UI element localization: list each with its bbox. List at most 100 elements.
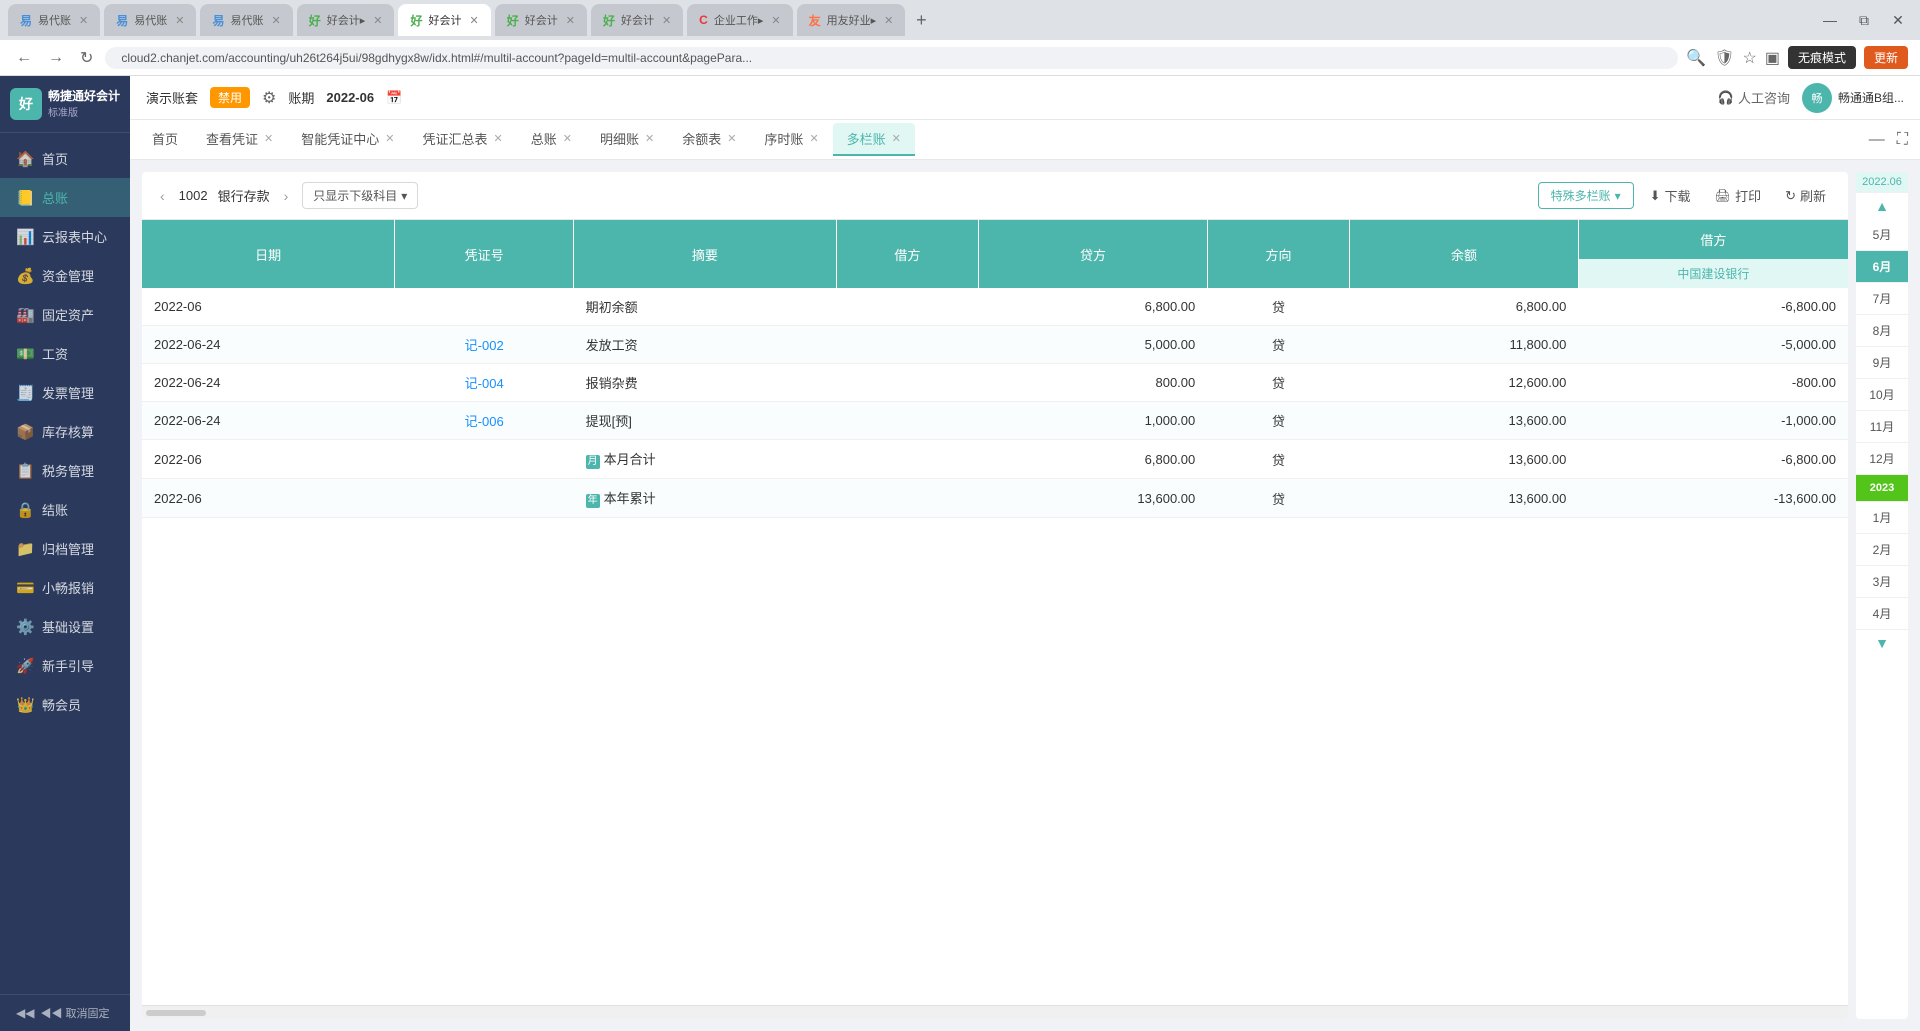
tab-voucher-summary-close[interactable]: ✕ (494, 132, 503, 145)
tab-multi-column[interactable]: 多栏账 ✕ (833, 123, 915, 156)
month-nav-october[interactable]: 10月 (1856, 379, 1908, 411)
tab-detailed-ledger[interactable]: 明细账 ✕ (586, 123, 668, 156)
sidebar-item-settings[interactable]: ⚙️ 基础设置 (0, 607, 130, 646)
horizontal-scrollbar[interactable] (142, 1005, 1848, 1019)
tab-smart-close[interactable]: ✕ (385, 132, 394, 145)
sidebar-item-report[interactable]: 📊 云报表中心 (0, 217, 130, 256)
tab-close-4[interactable]: ✕ (373, 14, 382, 27)
star-icon[interactable]: ☆ (1743, 48, 1757, 68)
sidebar-item-salary[interactable]: 💵 工资 (0, 334, 130, 373)
sidebar-item-ledger[interactable]: 📒 总账 (0, 178, 130, 217)
minimize-button[interactable]: — (1816, 6, 1844, 34)
tab-voucher-view[interactable]: 查看凭证 ✕ (192, 123, 287, 156)
back-button[interactable]: ← (12, 49, 36, 67)
calendar-icon[interactable]: 📅 (386, 90, 402, 106)
extensions-icon[interactable]: ▣ (1765, 48, 1780, 68)
tab-close-3[interactable]: ✕ (271, 14, 280, 27)
tab-sequence[interactable]: 序时账 ✕ (750, 123, 832, 156)
tab-general-ledger[interactable]: 总账 ✕ (517, 123, 586, 156)
scrollbar-thumb[interactable] (146, 1010, 206, 1016)
cell-voucher-2: 记-002 (395, 326, 574, 364)
tab-balance[interactable]: 余额表 ✕ (668, 123, 750, 156)
download-button[interactable]: ⬇ 下载 (1642, 182, 1699, 209)
browser-tab-9[interactable]: 友 用友好业▸ ✕ (797, 4, 906, 36)
sidebar-item-inventory[interactable]: 📦 库存核算 (0, 412, 130, 451)
sidebar-collapse-button[interactable]: ◀◀ ◀◀ 取消固定 (0, 994, 130, 1031)
tab-close-2[interactable]: ✕ (175, 14, 184, 27)
new-tab-button[interactable]: + (909, 8, 933, 32)
sidebar-item-tax[interactable]: 📋 税务管理 (0, 451, 130, 490)
browser-tab-4[interactable]: 好 好会计▸ ✕ (297, 4, 395, 36)
search-icon[interactable]: 🔍 (1686, 48, 1706, 68)
stealth-mode-button[interactable]: 无痕模式 (1788, 46, 1856, 69)
tab-close-1[interactable]: ✕ (79, 14, 88, 27)
reload-button[interactable]: ↻ (76, 48, 97, 68)
tab-close-9[interactable]: ✕ (884, 14, 893, 27)
browser-tab-3[interactable]: 易 易代账 ✕ (200, 4, 292, 36)
month-nav-december[interactable]: 12月 (1856, 443, 1908, 475)
month-nav-june[interactable]: 6月 (1856, 251, 1908, 283)
month-nav-feb-2023[interactable]: 2月 (1856, 534, 1908, 566)
month-nav-september[interactable]: 9月 (1856, 347, 1908, 379)
sidebar-label-inventory: 库存核算 (42, 422, 94, 441)
refresh-button[interactable]: ↻ 刷新 (1777, 182, 1834, 209)
month-nav-november[interactable]: 11月 (1856, 411, 1908, 443)
browser-tab-6[interactable]: 好 好会计 ✕ (495, 4, 587, 36)
tab-icon-3: 易 (212, 12, 224, 29)
sidebar-item-expense[interactable]: 💳 小畅报销 (0, 568, 130, 607)
tab-balance-close[interactable]: ✕ (727, 132, 736, 145)
tab-smart-voucher[interactable]: 智能凭证中心 ✕ (287, 123, 408, 156)
sidebar-item-member[interactable]: 👑 畅会员 (0, 685, 130, 724)
sidebar-item-guide[interactable]: 🚀 新手引导 (0, 646, 130, 685)
browser-tab-5[interactable]: 好 好会计 ✕ (398, 4, 490, 36)
next-account-button[interactable]: › (280, 186, 293, 206)
forward-button[interactable]: → (44, 49, 68, 67)
sidebar-item-home[interactable]: 🏠 首页 (0, 139, 130, 178)
voucher-link-2[interactable]: 记-002 (465, 338, 504, 353)
update-button[interactable]: 更新 (1864, 46, 1908, 69)
tab-voucher-summary[interactable]: 凭证汇总表 ✕ (408, 123, 516, 156)
month-nav-mar-2023[interactable]: 3月 (1856, 566, 1908, 598)
tab-home[interactable]: 首页 (138, 123, 192, 156)
tab-close-6[interactable]: ✕ (566, 14, 575, 27)
print-button[interactable]: 🖨 打印 (1707, 182, 1770, 209)
month-nav-august[interactable]: 8月 (1856, 315, 1908, 347)
voucher-link-3[interactable]: 记-004 (465, 376, 504, 391)
prev-account-button[interactable]: ‹ (156, 186, 169, 206)
filter-subcategory-button[interactable]: 只显示下级科目 ▾ (302, 182, 418, 209)
close-button[interactable]: ✕ (1884, 6, 1912, 34)
browser-tab-2[interactable]: 易 易代账 ✕ (104, 4, 196, 36)
tab-minimize-icon[interactable]: — (1865, 127, 1889, 153)
sidebar-item-archive[interactable]: 📁 归档管理 (0, 529, 130, 568)
browser-tab-7[interactable]: 好 好会计 ✕ (591, 4, 683, 36)
tab-detailed-close[interactable]: ✕ (645, 132, 654, 145)
sidebar-item-close[interactable]: 🔒 结账 (0, 490, 130, 529)
month-nav-may[interactable]: 5月 (1856, 219, 1908, 251)
month-nav-july[interactable]: 7月 (1856, 283, 1908, 315)
consult-button[interactable]: 🎧 人工咨询 (1718, 88, 1790, 107)
month-nav-jan-2023[interactable]: 1月 (1856, 502, 1908, 534)
tab-multi-close[interactable]: ✕ (892, 132, 901, 145)
tab-general-close[interactable]: ✕ (563, 132, 572, 145)
sidebar-item-invoice[interactable]: 🧾 发票管理 (0, 373, 130, 412)
tab-close-7[interactable]: ✕ (662, 14, 671, 27)
browser-tab-8[interactable]: C 企业工作▸ ✕ (687, 4, 792, 36)
sidebar-item-assets[interactable]: 🏭 固定资产 (0, 295, 130, 334)
url-input[interactable]: cloud2.chanjet.com/accounting/uh26t264j5… (105, 47, 1678, 69)
sidebar-item-capital[interactable]: 💰 资金管理 (0, 256, 130, 295)
voucher-link-4[interactable]: 记-006 (465, 414, 504, 429)
restore-button[interactable]: ⧉ (1850, 6, 1878, 34)
month-nav-up-button[interactable]: ▲ (1870, 193, 1894, 219)
tab-sequence-close[interactable]: ✕ (809, 132, 818, 145)
demo-badge[interactable]: 禁用 (210, 87, 250, 108)
tab-close-8[interactable]: ✕ (771, 14, 780, 27)
col-summary: 摘要 (574, 220, 837, 288)
month-nav-apr-2023[interactable]: 4月 (1856, 598, 1908, 630)
settings-gear-icon[interactable]: ⚙ (262, 88, 276, 108)
tab-close-5[interactable]: ✕ (469, 14, 478, 27)
month-nav-down-button[interactable]: ▼ (1870, 630, 1894, 656)
browser-tab-1[interactable]: 易 易代账 ✕ (8, 4, 100, 36)
special-ledger-button[interactable]: 特殊多栏账 ▾ (1538, 182, 1634, 209)
tab-voucher-close[interactable]: ✕ (264, 132, 273, 145)
tab-expand-icon[interactable]: ⛶ (1893, 127, 1912, 153)
